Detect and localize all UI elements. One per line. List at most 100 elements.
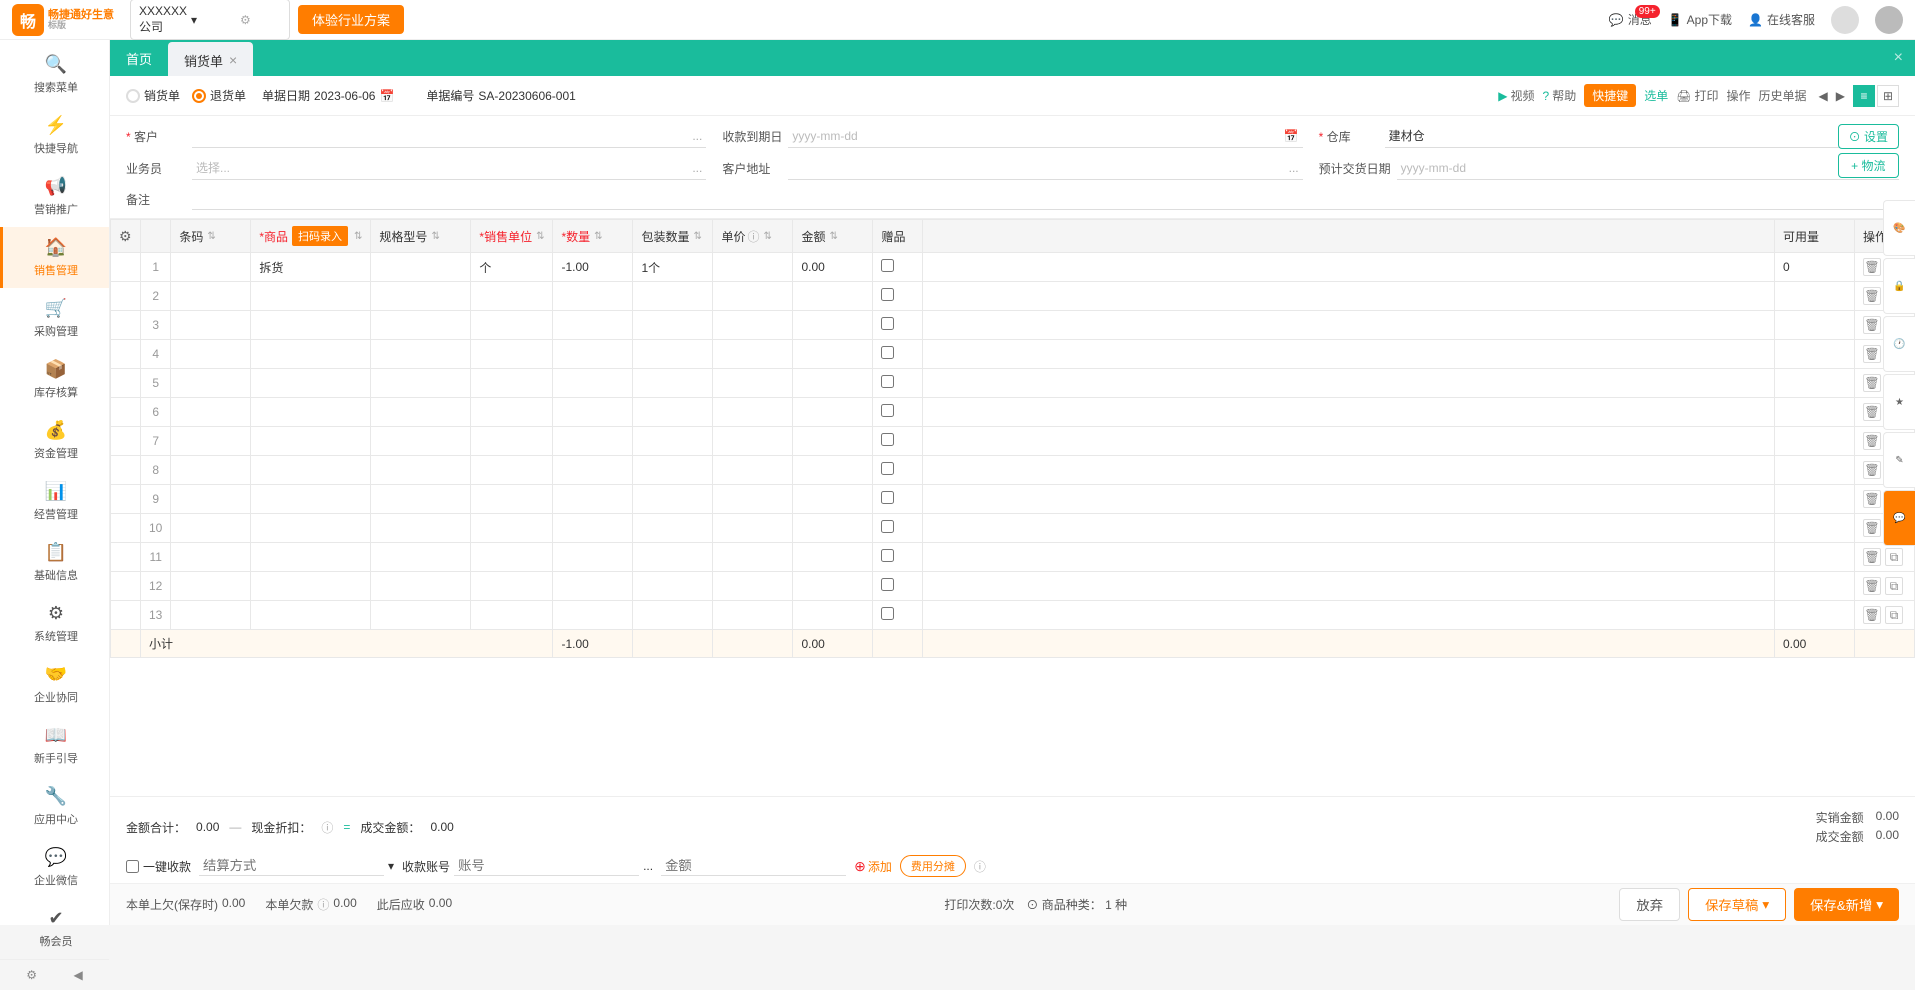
sidebar-item-quick-nav[interactable]: ⚡ 快捷导航: [0, 105, 109, 166]
date-calendar-icon[interactable]: 📅: [379, 89, 394, 103]
gift-checkbox[interactable]: [881, 288, 894, 301]
pkg-sort-icon[interactable]: ⇅: [694, 231, 702, 242]
row-price[interactable]: [713, 253, 793, 282]
save-dropdown-icon[interactable]: ▾: [1876, 897, 1883, 913]
nav-next-btn[interactable]: ▶: [1836, 89, 1845, 103]
side-btn-history[interactable]: 🕐: [1883, 316, 1915, 372]
cash-discount-info-icon[interactable]: ⓘ: [321, 819, 333, 836]
action-history[interactable]: 历史单据: [1759, 87, 1807, 104]
gift-checkbox[interactable]: [881, 346, 894, 359]
delete-row-btn[interactable]: 🗑: [1863, 490, 1881, 508]
delete-row-btn[interactable]: 🗑: [1863, 316, 1881, 334]
salesperson-input[interactable]: 选择... ...: [192, 156, 706, 180]
expected-delivery-input[interactable]: yyyy-mm-dd 📅: [1397, 156, 1899, 180]
settings-button[interactable]: ⊙ 设置: [1838, 124, 1899, 149]
tab-close-btn[interactable]: ×: [229, 52, 237, 68]
sidebar-item-purchase[interactable]: 🛒 采购管理: [0, 288, 109, 349]
delete-row-btn[interactable]: 🗑: [1863, 403, 1881, 421]
gift-checkbox[interactable]: [881, 491, 894, 504]
account-dropdown-icon[interactable]: ...: [643, 859, 653, 873]
gift-checkbox[interactable]: [881, 433, 894, 446]
avatar2[interactable]: [1875, 6, 1903, 34]
settings-icon[interactable]: ⚙: [240, 13, 281, 27]
action-shortcuts[interactable]: 快捷键: [1584, 84, 1636, 107]
app-download-btn[interactable]: 📱 App下载: [1668, 11, 1732, 28]
sidebar-collapse-icon[interactable]: ◀: [74, 968, 83, 982]
scan-button[interactable]: 扫码录入: [292, 226, 348, 246]
side-btn-security[interactable]: 🔒: [1883, 258, 1915, 314]
gift-checkbox[interactable]: [881, 259, 894, 272]
sidebar-item-base[interactable]: 📋 基础信息: [0, 532, 109, 593]
nav-prev-btn[interactable]: ◀: [1819, 89, 1828, 103]
row-amount[interactable]: 0.00: [793, 253, 873, 282]
side-btn-bookmark[interactable]: ★: [1883, 374, 1915, 430]
row-pkg[interactable]: 1个: [633, 253, 713, 282]
gift-checkbox[interactable]: [881, 317, 894, 330]
expense-split-btn[interactable]: 费用分摊: [900, 855, 966, 877]
save-draft-button[interactable]: 保存草稿 ▾: [1688, 888, 1786, 921]
trial-button[interactable]: 体验行业方案: [298, 5, 404, 34]
sidebar-settings-icon[interactable]: ⚙: [26, 968, 37, 982]
add-payment-btn[interactable]: ⊕ 添加: [854, 858, 892, 875]
notice-btn[interactable]: 💬 消息 99+: [1609, 11, 1652, 28]
avatar[interactable]: [1831, 6, 1859, 34]
price-sort-icon[interactable]: ⇅: [764, 231, 772, 242]
date-value[interactable]: 2023-06-06: [314, 89, 375, 103]
sidebar-item-app-center[interactable]: 🔧 应用中心: [0, 776, 109, 837]
goods-sort-icon[interactable]: ⇅: [354, 231, 362, 242]
sidebar-item-tutorial[interactable]: 📖 新手引导: [0, 715, 109, 776]
delete-row-btn[interactable]: 🗑: [1863, 519, 1881, 537]
row-goods[interactable]: 拆货: [251, 253, 371, 282]
current-owe-icon[interactable]: ⓘ: [317, 896, 329, 913]
copy-row-btn[interactable]: ⧉: [1885, 577, 1903, 595]
delete-row-btn[interactable]: 🗑: [1863, 432, 1881, 450]
one-click-checkbox[interactable]: [126, 860, 139, 873]
delete-row-btn[interactable]: 🗑: [1863, 577, 1881, 595]
notes-input[interactable]: [192, 188, 1899, 210]
save-new-button[interactable]: 保存&新增 ▾: [1794, 888, 1899, 921]
sidebar-item-sys[interactable]: ⚙ 系统管理: [0, 593, 109, 654]
payment-due-input[interactable]: yyyy-mm-dd 📅: [788, 124, 1302, 148]
sidebar-item-marketing[interactable]: 📢 营销推广: [0, 166, 109, 227]
sidebar-item-enterprise[interactable]: 🤝 企业协同: [0, 654, 109, 715]
table-settings-icon[interactable]: ⚙: [119, 228, 132, 244]
close-all-tabs-btn[interactable]: ×: [1882, 49, 1915, 67]
delete-row-btn[interactable]: 🗑: [1863, 606, 1881, 624]
sidebar-item-wechat[interactable]: 💬 企业微信: [0, 837, 109, 898]
warehouse-input[interactable]: 建材仓 ...: [1385, 124, 1899, 148]
th-settings[interactable]: ⚙: [111, 220, 141, 253]
payment-due-calendar-icon[interactable]: 📅: [1284, 129, 1299, 143]
online-service-btn[interactable]: 👤 在线客服: [1748, 11, 1815, 28]
gift-checkbox[interactable]: [881, 607, 894, 620]
delete-row-btn[interactable]: 🗑: [1863, 374, 1881, 392]
amount-sort-icon[interactable]: ⇅: [830, 231, 838, 242]
company-selector[interactable]: XXXXXX公司 ▾ ⚙: [130, 0, 290, 40]
row-qty[interactable]: -1.00: [553, 253, 633, 282]
delete-row-btn[interactable]: 🗑: [1863, 345, 1881, 363]
row-unit[interactable]: 个: [471, 253, 553, 282]
barcode-sort-icon[interactable]: ⇅: [207, 231, 215, 242]
row-spec[interactable]: [371, 253, 471, 282]
sidebar-item-inventory[interactable]: 📦 库存核算: [0, 349, 109, 410]
gift-checkbox[interactable]: [881, 404, 894, 417]
sidebar-item-ops[interactable]: 📊 经营管理: [0, 471, 109, 532]
side-btn-theme[interactable]: 🎨: [1883, 200, 1915, 256]
one-click-payment-checkbox[interactable]: 一键收款: [126, 858, 191, 875]
action-print[interactable]: 🖨 打印: [1676, 87, 1718, 104]
row-remark[interactable]: [923, 253, 1775, 282]
row-barcode[interactable]: [171, 253, 251, 282]
action-help[interactable]: ? 帮助: [1543, 87, 1577, 104]
sidebar-item-search[interactable]: 🔍 搜索菜单: [0, 44, 109, 105]
price-info-icon[interactable]: ⓘ: [748, 228, 760, 245]
list-view-btn[interactable]: ≡: [1853, 85, 1875, 107]
settlement-dropdown-icon[interactable]: ▾: [388, 859, 394, 873]
tab-home[interactable]: 首页: [110, 40, 168, 76]
row-gift[interactable]: [873, 253, 923, 282]
settlement-method-input[interactable]: [199, 856, 384, 876]
copy-row-btn[interactable]: ⧉: [1885, 548, 1903, 566]
gift-checkbox[interactable]: [881, 375, 894, 388]
action-ops[interactable]: 操作: [1727, 87, 1751, 104]
draft-dropdown-icon[interactable]: ▾: [1762, 897, 1769, 913]
gift-checkbox[interactable]: [881, 578, 894, 591]
serial-value[interactable]: SA-20230606-001: [478, 89, 575, 103]
